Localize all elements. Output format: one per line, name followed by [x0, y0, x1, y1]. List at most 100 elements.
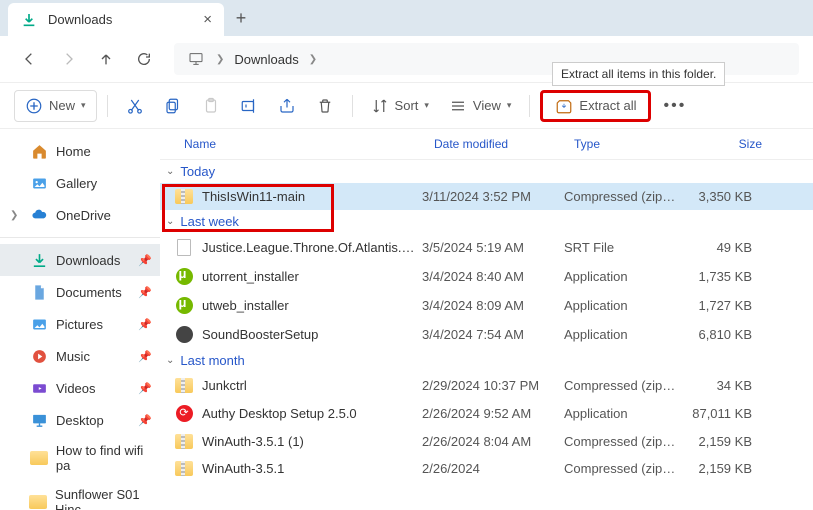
new-button[interactable]: New ▾	[14, 90, 97, 122]
file-name: WinAuth-3.5.1	[202, 461, 422, 476]
col-name[interactable]: Name	[184, 137, 434, 151]
file-row[interactable]: WinAuth-3.5.1 2/26/2024 Compressed (zipp…	[160, 455, 813, 482]
pin-icon: 📌	[138, 286, 152, 299]
sidebar-item[interactable]: How to find wifi pa	[0, 436, 160, 480]
monitor-icon	[180, 43, 212, 75]
group-header[interactable]: ⌄Last week	[160, 210, 813, 233]
file-size: 3,350 KB	[680, 189, 752, 204]
up-button[interactable]	[90, 43, 122, 75]
file-size: 2,159 KB	[680, 461, 752, 476]
col-size[interactable]: Size	[690, 137, 762, 151]
main-pane: Name Date modified Type Size ⌄Today This…	[160, 129, 813, 510]
extract-all-button[interactable]: Extract all	[540, 90, 651, 122]
onedrive-icon	[30, 206, 48, 224]
file-type: Compressed (zipp...	[564, 378, 680, 393]
file-type: Compressed (zipp...	[564, 461, 680, 476]
file-size: 1,735 KB	[680, 269, 752, 284]
sidebar-item-home[interactable]: Home	[0, 135, 160, 167]
group-header[interactable]: ⌄Last month	[160, 349, 813, 372]
tab-title: Downloads	[48, 12, 112, 27]
file-date: 2/26/2024 9:52 AM	[422, 406, 564, 421]
sidebar-item-label: Downloads	[56, 253, 120, 268]
music-icon	[30, 347, 48, 365]
sidebar-item[interactable]: Desktop 📌	[0, 404, 160, 436]
pictures-icon	[30, 315, 48, 333]
col-type[interactable]: Type	[574, 137, 690, 151]
file-row[interactable]: Junkctrl 2/29/2024 10:37 PM Compressed (…	[160, 372, 813, 399]
file-icon	[174, 326, 194, 343]
file-icon	[174, 297, 194, 314]
file-icon	[174, 268, 194, 285]
file-name: Junkctrl	[202, 378, 422, 393]
downloads-icon	[20, 11, 38, 29]
toolbar: New ▾ Sort ▾ View ▾ Extract all •••	[0, 82, 813, 128]
pin-icon: 📌	[138, 350, 152, 363]
new-tab-button[interactable]: +	[224, 0, 258, 36]
file-icon	[174, 189, 194, 204]
sidebar-item[interactable]: Documents 📌	[0, 276, 160, 308]
extract-all-label: Extract all	[579, 98, 636, 113]
pin-icon: 📌	[138, 318, 152, 331]
sidebar-item-label: Home	[56, 144, 91, 159]
copy-button[interactable]	[156, 90, 190, 122]
file-row[interactable]: utweb_installer 3/4/2024 8:09 AM Applica…	[160, 291, 813, 320]
file-name: WinAuth-3.5.1 (1)	[202, 434, 422, 449]
sidebar-item-label: Videos	[56, 381, 96, 396]
rename-button[interactable]	[232, 90, 266, 122]
paste-button[interactable]	[194, 90, 228, 122]
chevron-down-icon: ▾	[507, 100, 512, 111]
tooltip-extract: Extract all items in this folder.	[552, 62, 725, 86]
file-name: Authy Desktop Setup 2.5.0	[202, 406, 422, 421]
file-type: Application	[564, 406, 680, 421]
chevron-down-icon: ▾	[81, 100, 86, 111]
col-date[interactable]: Date modified	[434, 137, 574, 151]
desktop-icon	[30, 411, 48, 429]
tab-downloads[interactable]: Downloads ×	[8, 3, 224, 36]
sort-label: Sort	[395, 98, 419, 113]
refresh-button[interactable]	[128, 43, 160, 75]
close-icon[interactable]: ×	[203, 11, 212, 28]
sidebar-item-label: Sunflower S01 Hinc	[55, 487, 160, 510]
file-row[interactable]: Justice.League.Throne.Of.Atlantis.Englis…	[160, 233, 813, 262]
titlebar: Downloads × +	[0, 0, 813, 36]
file-row[interactable]: utorrent_installer 3/4/2024 8:40 AM Appl…	[160, 262, 813, 291]
column-header: Name Date modified Type Size	[160, 129, 813, 160]
file-type: Application	[564, 298, 680, 313]
file-row[interactable]: ⟳ Authy Desktop Setup 2.5.0 2/26/2024 9:…	[160, 399, 813, 428]
cut-button[interactable]	[118, 90, 152, 122]
file-date: 3/4/2024 8:09 AM	[422, 298, 564, 313]
file-icon	[174, 434, 194, 449]
file-name: SoundBoosterSetup	[202, 327, 422, 342]
group-label: Last week	[180, 214, 239, 229]
view-button[interactable]: View ▾	[441, 90, 519, 122]
sidebar-item[interactable]: Videos 📌	[0, 372, 160, 404]
share-button[interactable]	[270, 90, 304, 122]
sort-button[interactable]: Sort ▾	[363, 90, 437, 122]
sidebar-item[interactable]: Downloads 📌	[0, 244, 160, 276]
back-button[interactable]	[14, 43, 46, 75]
forward-button[interactable]	[52, 43, 84, 75]
file-row[interactable]: ThisIsWin11-main 3/11/2024 3:52 PM Compr…	[160, 183, 813, 210]
sidebar-item[interactable]: Sunflower S01 Hinc	[0, 480, 160, 510]
sidebar-item-label: Gallery	[56, 176, 97, 191]
sidebar-item-label: OneDrive	[56, 208, 111, 223]
more-button[interactable]: •••	[655, 90, 694, 122]
file-row[interactable]: WinAuth-3.5.1 (1) 2/26/2024 8:04 AM Comp…	[160, 428, 813, 455]
breadcrumb-location[interactable]: Downloads	[228, 52, 304, 67]
file-row[interactable]: SoundBoosterSetup 3/4/2024 7:54 AM Appli…	[160, 320, 813, 349]
chevron-right-icon: ❯	[309, 54, 317, 65]
sidebar-item[interactable]: Music 📌	[0, 340, 160, 372]
file-size: 2,159 KB	[680, 434, 752, 449]
file-date: 2/26/2024	[422, 461, 564, 476]
sidebar-item-onedrive[interactable]: ❯ OneDrive	[0, 199, 160, 231]
documents-icon	[30, 283, 48, 301]
file-name: ThisIsWin11-main	[202, 189, 422, 204]
group-header[interactable]: ⌄Today	[160, 160, 813, 183]
file-type: Application	[564, 327, 680, 342]
sidebar-item[interactable]: Pictures 📌	[0, 308, 160, 340]
view-label: View	[473, 98, 501, 113]
gallery-icon	[30, 174, 48, 192]
chevron-right-icon: ❯	[10, 210, 22, 221]
delete-button[interactable]	[308, 90, 342, 122]
sidebar-item-gallery[interactable]: Gallery	[0, 167, 160, 199]
